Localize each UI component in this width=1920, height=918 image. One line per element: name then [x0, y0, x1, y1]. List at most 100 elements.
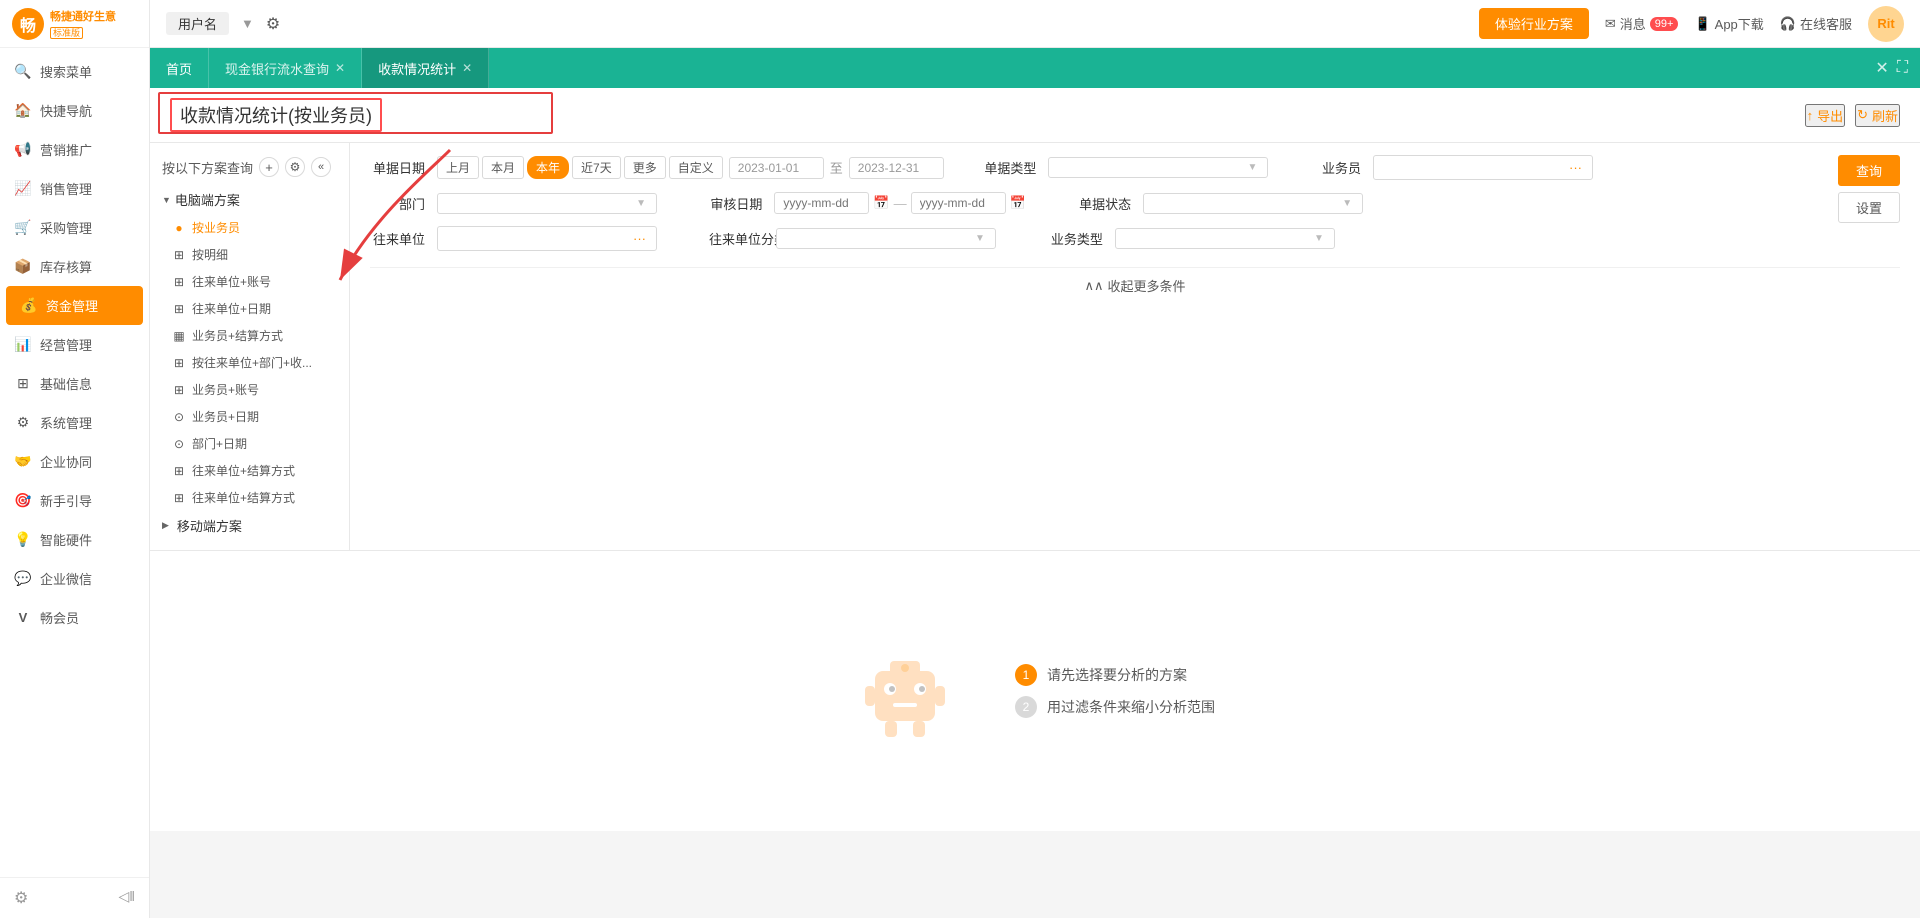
audit-from-input[interactable]	[774, 192, 869, 214]
scheme-item-partner-date[interactable]: ⊞ 往来单位+日期	[150, 295, 349, 322]
marketing-icon: 📢	[14, 141, 32, 159]
sidebar-item-sales[interactable]: 📈 销售管理	[0, 169, 149, 208]
doc-status-select[interactable]: ▼	[1143, 193, 1363, 214]
date-btn-7days[interactable]: 近7天	[572, 156, 621, 179]
sidebar-item-operation[interactable]: 📊 经营管理	[0, 325, 149, 364]
type-select[interactable]: ▼	[1048, 157, 1268, 178]
tab-collection-stats[interactable]: 收款情况统计 ✕	[362, 48, 489, 88]
partner-select[interactable]: ···	[437, 226, 657, 251]
scheme-item-sales-date[interactable]: ⊙ 业务员+日期	[150, 403, 349, 430]
biz-type-select[interactable]: ▼	[1115, 228, 1335, 249]
setting-button[interactable]: 设置	[1838, 192, 1900, 223]
logo-area: 畅 畅捷通好生意 标准版	[0, 0, 149, 48]
tab-bank-flow[interactable]: 现金银行流水查询 ✕	[209, 48, 362, 88]
sidebar-item-purchase[interactable]: 🛒 采购管理	[0, 208, 149, 247]
salesperson-label: 业务员	[1306, 158, 1361, 177]
query-panel: 按以下方案查询 + ⚙ « ▼ 电脑端方案 ● 按业务员 ⊞	[150, 143, 1920, 551]
page-title: 收款情况统计(按业务员)	[170, 98, 382, 132]
detail-icon: ⊞	[172, 248, 186, 262]
scheme-item-partner-dept[interactable]: ⊞ 按往来单位+部门+收...	[150, 349, 349, 376]
scheme-item-detail[interactable]: ⊞ 按明细	[150, 241, 349, 268]
filter-rows-container: 单据日期 上月 本月 本年 近7天 更多 自定义	[370, 155, 1900, 263]
scheme-add-button[interactable]: +	[259, 157, 279, 177]
scheme-item-partner-settle1[interactable]: ⊞ 往来单位+结算方式	[150, 457, 349, 484]
date-from-input[interactable]	[729, 157, 824, 179]
sidebar-item-label: 快捷导航	[40, 101, 92, 120]
sidebar-item-label: 基础信息	[40, 374, 92, 393]
filter-action-col: 查询 设置	[1838, 155, 1900, 263]
dept-label: 部门	[370, 194, 425, 213]
current-user: 用户名	[166, 12, 229, 35]
dropdown-icon[interactable]: ▼	[241, 16, 254, 31]
sidebar-item-shortcut[interactable]: 🏠 快捷导航	[0, 91, 149, 130]
calendar-icon-1[interactable]: 📅	[873, 195, 889, 211]
scheme-item-sales-account[interactable]: ⊞ 业务员+账号	[150, 376, 349, 403]
dept-select[interactable]: ▼	[437, 193, 657, 214]
scheme-item-partner-account[interactable]: ⊞ 往来单位+账号	[150, 268, 349, 295]
avatar[interactable]: Rit	[1868, 6, 1904, 42]
sidebar-item-search[interactable]: 🔍 搜索菜单	[0, 52, 149, 91]
date-btn-this-year[interactable]: 本年	[527, 156, 569, 179]
scheme-item-partner-settle2[interactable]: ⊞ 往来单位+结算方式	[150, 484, 349, 511]
message-button[interactable]: ✉ 消息 99+	[1605, 14, 1679, 33]
guide-icon: 🎯	[14, 492, 32, 510]
date-btn-more[interactable]: 更多	[624, 156, 666, 179]
scheme-item-label: 往来单位+账号	[192, 273, 271, 290]
scheme-mobile-title[interactable]: ▶ 移动端方案	[162, 516, 337, 535]
sales-settle-icon: ▦	[172, 329, 186, 343]
tab-collection-stats-close[interactable]: ✕	[462, 61, 472, 75]
sidebar-item-inventory[interactable]: 📦 库存核算	[0, 247, 149, 286]
sidebar-item-basic[interactable]: ⊞ 基础信息	[0, 364, 149, 403]
sidebar-item-wechat[interactable]: 💬 企业微信	[0, 559, 149, 598]
scheme-item-salesperson[interactable]: ● 按业务员	[150, 214, 349, 241]
sidebar-item-system[interactable]: ⚙ 系统管理	[0, 403, 149, 442]
partner-more-icon[interactable]: ···	[633, 231, 646, 246]
page-header-actions: ↑ 导出 ↻ 刷新	[1805, 104, 1900, 127]
tab-home[interactable]: 首页	[150, 48, 209, 88]
trial-button[interactable]: 体验行业方案	[1479, 8, 1589, 39]
partner-cat-select[interactable]: ▼	[776, 228, 996, 249]
tab-bank-flow-close[interactable]: ✕	[335, 61, 345, 75]
app-download-button[interactable]: 📱 App下载	[1694, 14, 1763, 33]
topbar-gear-icon[interactable]: ⚙	[266, 14, 280, 34]
export-button[interactable]: ↑ 导出	[1805, 104, 1846, 127]
filter-panel: 单据日期 上月 本月 本年 近7天 更多 自定义	[350, 143, 1920, 550]
refresh-button[interactable]: ↻ 刷新	[1855, 104, 1900, 127]
online-service-button[interactable]: 🎧 在线客服	[1780, 14, 1852, 33]
date-btn-custom[interactable]: 自定义	[669, 156, 723, 179]
settings-icon[interactable]: ⚙	[14, 888, 28, 908]
sidebar-item-guide[interactable]: 🎯 新手引导	[0, 481, 149, 520]
sidebar-item-member[interactable]: V 畅会员	[0, 598, 149, 637]
tab-maximize-icon[interactable]: ⛶	[1897, 59, 1908, 77]
date-btn-this-month[interactable]: 本月	[482, 156, 524, 179]
tab-close-all-icon[interactable]: ✕	[1875, 58, 1888, 78]
logo-edition: 标准版	[50, 24, 116, 39]
date-to-input[interactable]	[849, 157, 944, 179]
scheme-collapse-button[interactable]: «	[311, 157, 331, 177]
collapse-button[interactable]: ∧∧ 收起更多条件	[1084, 276, 1185, 295]
sidebar-item-hardware[interactable]: 💡 智能硬件	[0, 520, 149, 559]
date-btn-last-month[interactable]: 上月	[437, 156, 479, 179]
topbar-left: 用户名 ▼ ⚙	[166, 12, 280, 35]
refresh-label: 刷新	[1872, 106, 1898, 125]
sidebar-item-collab[interactable]: 🤝 企业协同	[0, 442, 149, 481]
scheme-item-sales-settle[interactable]: ▦ 业务员+结算方式	[150, 322, 349, 349]
partner-dept-icon: ⊞	[172, 356, 186, 370]
hardware-icon: 💡	[14, 531, 32, 549]
salesperson-select[interactable]: ···	[1373, 155, 1593, 180]
more-icon[interactable]: ···	[1569, 160, 1582, 175]
filter-row-1: 单据日期 上月 本月 本年 近7天 更多 自定义	[370, 155, 1838, 180]
scheme-desktop-section[interactable]: ▼ 电脑端方案	[150, 185, 349, 214]
sidebar-item-label: 畅会员	[40, 608, 79, 627]
scheme-item-dept-date[interactable]: ⊙ 部门+日期	[150, 430, 349, 457]
biz-type-caret: ▼	[1314, 233, 1324, 244]
sidebar-item-marketing[interactable]: 📢 营销推广	[0, 130, 149, 169]
partner-cat-caret: ▼	[975, 233, 985, 244]
audit-to-input[interactable]	[911, 192, 1006, 214]
query-button[interactable]: 查询	[1838, 155, 1900, 186]
collapse-sidebar-icon[interactable]: ◁‖	[118, 888, 135, 908]
calendar-icon-2[interactable]: 📅	[1010, 195, 1026, 211]
scheme-gear-button[interactable]: ⚙	[285, 157, 305, 177]
sidebar-item-finance[interactable]: 💰 资金管理	[6, 286, 143, 325]
desktop-section-label: 电脑端方案	[175, 190, 240, 209]
